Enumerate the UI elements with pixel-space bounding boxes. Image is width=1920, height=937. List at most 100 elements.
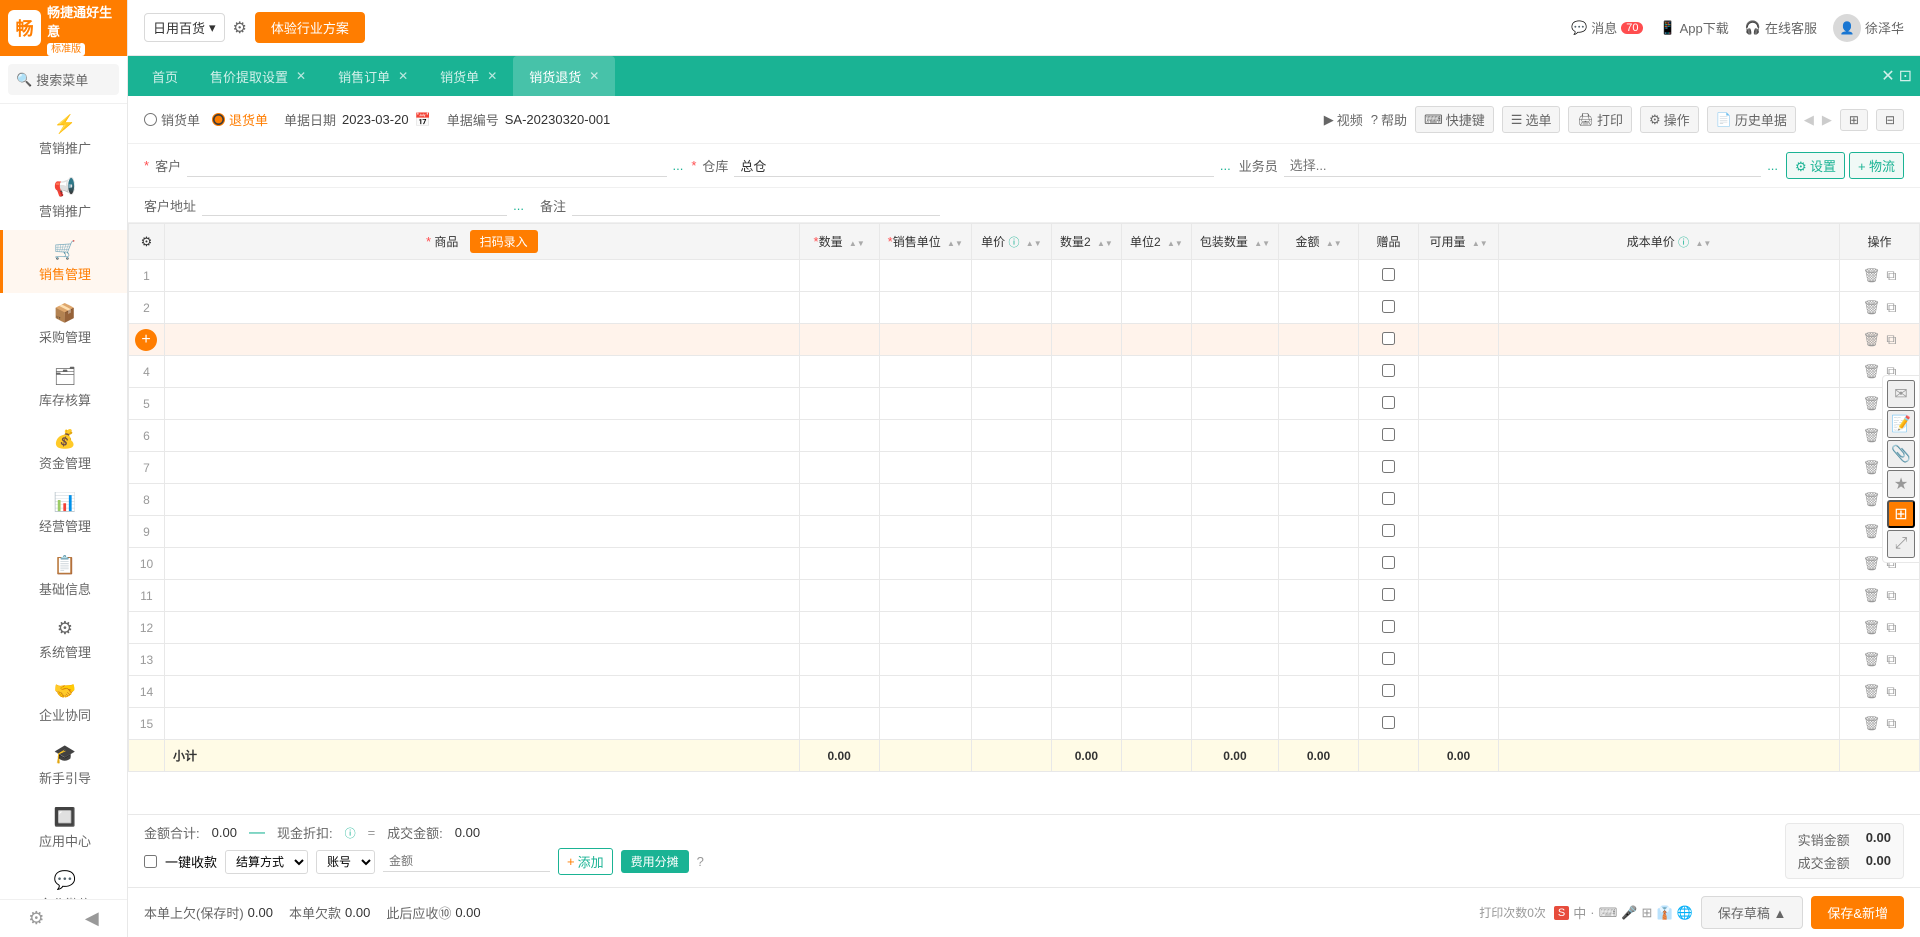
product-input-3[interactable] bbox=[171, 332, 793, 347]
gift-checkbox-13[interactable] bbox=[1382, 652, 1395, 665]
amount-cell-3[interactable] bbox=[1279, 324, 1359, 356]
remark-input[interactable] bbox=[572, 194, 940, 216]
tab-close-all-btn[interactable]: ✕ bbox=[1881, 66, 1894, 86]
online-service-item[interactable]: 🎧 在线客服 bbox=[1745, 18, 1817, 37]
sidebar-item-app-center[interactable]: 🔲 应用中心 bbox=[0, 797, 127, 860]
product-input-1[interactable] bbox=[171, 268, 793, 283]
qty2-cell-3[interactable] bbox=[1051, 324, 1121, 356]
logistics-side-btn[interactable]: + 物流 bbox=[1849, 152, 1904, 179]
cost-sort-icon[interactable]: ▲▼ bbox=[1695, 239, 1711, 248]
row-delete-btn-3[interactable]: 🗑 bbox=[1863, 331, 1881, 348]
sidebar-item-inventory[interactable]: 🗂 库存核算 bbox=[0, 356, 127, 419]
row-delete-btn-9[interactable]: 🗑 bbox=[1863, 523, 1881, 540]
print-btn[interactable]: 🖨 打印 bbox=[1568, 106, 1632, 133]
cost-price-cell-3[interactable] bbox=[1499, 324, 1840, 356]
unit-price-cell-3[interactable] bbox=[971, 324, 1051, 356]
radio-sales-input[interactable] bbox=[144, 113, 157, 126]
unit-price-cell-2[interactable] bbox=[971, 292, 1051, 324]
row-delete-btn-13[interactable]: 🗑 bbox=[1863, 651, 1881, 668]
row-delete-btn-4[interactable]: 🗑 bbox=[1863, 363, 1881, 380]
salesman-search-btn[interactable]: ... bbox=[1767, 158, 1778, 173]
account-method-select[interactable]: 结算方式 bbox=[225, 850, 308, 874]
shortcut-btn[interactable]: ⌨ 快捷键 bbox=[1415, 106, 1494, 133]
sales-unit-sort-icon[interactable]: ▲▼ bbox=[947, 239, 963, 248]
right-expand-btn[interactable]: ⤢ bbox=[1887, 530, 1915, 558]
row-copy-btn-15[interactable]: ⧉ bbox=[1886, 715, 1896, 732]
sidebar-collapse-btn[interactable]: ◀ bbox=[85, 908, 99, 929]
row-delete-btn-5[interactable]: 🗑 bbox=[1863, 395, 1881, 412]
history-btn[interactable]: 📄 历史单据 bbox=[1707, 106, 1796, 133]
save-new-button[interactable]: 保存&新增 bbox=[1811, 896, 1904, 929]
unit2-cell-3[interactable] bbox=[1121, 324, 1191, 356]
right-note-btn[interactable]: 📝 bbox=[1887, 410, 1915, 438]
gift-checkbox-2[interactable] bbox=[1382, 300, 1395, 313]
expense-split-btn[interactable]: 费用分摊 bbox=[621, 850, 689, 873]
tab-sales-close[interactable]: ✕ bbox=[487, 69, 497, 83]
scan-input-button[interactable]: 扫码录入 bbox=[470, 230, 538, 253]
gift-checkbox-6[interactable] bbox=[1382, 428, 1395, 441]
app-download-item[interactable]: 📱 App下载 bbox=[1659, 18, 1728, 37]
product-cell-2[interactable] bbox=[165, 292, 800, 324]
gift-checkbox-9[interactable] bbox=[1382, 524, 1395, 537]
gift-checkbox-5[interactable] bbox=[1382, 396, 1395, 409]
add-row-cell[interactable]: + bbox=[129, 324, 165, 356]
sidebar-item-sys-mgmt[interactable]: ⚙ 系统管理 bbox=[0, 608, 127, 671]
pkg-qty-sort-icon[interactable]: ▲▼ bbox=[1254, 239, 1270, 248]
qty2-sort-icon[interactable]: ▲▼ bbox=[1097, 239, 1113, 248]
unit2-cell-1[interactable] bbox=[1121, 260, 1191, 292]
row-copy-btn-11[interactable]: ⧉ bbox=[1886, 587, 1896, 604]
salesman-input[interactable] bbox=[1284, 155, 1761, 177]
sales-unit-cell-1[interactable] bbox=[879, 260, 971, 292]
amount-sort-icon[interactable]: ▲▼ bbox=[1326, 239, 1342, 248]
gift-checkbox-14[interactable] bbox=[1382, 684, 1395, 697]
table-settings-icon[interactable]: ⚙ bbox=[141, 234, 153, 249]
one-click-pay-checkbox[interactable] bbox=[144, 855, 157, 868]
available-cell-3[interactable] bbox=[1419, 324, 1499, 356]
gift-checkbox-1[interactable] bbox=[1382, 268, 1395, 281]
help-action[interactable]: ? 帮助 bbox=[1371, 110, 1407, 129]
available-cell-2[interactable] bbox=[1419, 292, 1499, 324]
table-container[interactable]: ⚙ * 商品 扫码录入 *数量 ▲▼ bbox=[128, 223, 1920, 814]
row-delete-btn-8[interactable]: 🗑 bbox=[1863, 491, 1881, 508]
address-input[interactable] bbox=[202, 194, 507, 216]
right-star-btn[interactable]: ★ bbox=[1887, 470, 1915, 498]
gift-checkbox-7[interactable] bbox=[1382, 460, 1395, 473]
customer-search-btn[interactable]: ... bbox=[673, 158, 684, 173]
row-delete-btn-12[interactable]: 🗑 bbox=[1863, 619, 1881, 636]
search-menu-button[interactable]: 🔍 搜索菜单 bbox=[8, 64, 119, 95]
calendar-icon[interactable]: 📅 bbox=[415, 112, 431, 128]
unit2-sort-icon[interactable]: ▲▼ bbox=[1167, 239, 1183, 248]
tab-sales-return[interactable]: 销货退货 ✕ bbox=[513, 56, 615, 96]
sidebar-settings-btn[interactable]: ⚙ bbox=[28, 908, 44, 929]
tab-expand-btn[interactable]: ⊡ bbox=[1899, 66, 1912, 86]
pkg-qty-cell-2[interactable] bbox=[1191, 292, 1278, 324]
add-payment-btn[interactable]: + 添加 bbox=[558, 848, 613, 875]
address-dots[interactable]: ... bbox=[513, 198, 524, 213]
sidebar-item-operation[interactable]: 📊 经营管理 bbox=[0, 482, 127, 545]
row-delete-btn-2[interactable]: 🗑 bbox=[1863, 299, 1881, 316]
qty-sort-icon[interactable]: ▲▼ bbox=[849, 239, 865, 248]
tab-sales-order[interactable]: 销售订单 ✕ bbox=[322, 56, 424, 96]
right-table-btn[interactable]: ⊞ bbox=[1887, 500, 1915, 528]
qty2-cell-2[interactable] bbox=[1051, 292, 1121, 324]
tab-price-set-close[interactable]: ✕ bbox=[296, 69, 306, 83]
row-copy-btn-1[interactable]: ⧉ bbox=[1886, 267, 1896, 284]
right-clip-btn[interactable]: 📎 bbox=[1887, 440, 1915, 468]
sidebar-item-enterprise[interactable]: 🤝 企业协同 bbox=[0, 671, 127, 734]
unit-price-sort-icon[interactable]: ▲▼ bbox=[1026, 239, 1042, 248]
sidebar-item-quick-nav[interactable]: ⚡ 营销推广 bbox=[0, 104, 127, 167]
row-copy-btn-3[interactable]: ⧉ bbox=[1886, 331, 1896, 348]
radio-return[interactable]: 退货单 bbox=[212, 110, 268, 129]
tab-home[interactable]: 首页 bbox=[136, 56, 194, 96]
warehouse-search-btn[interactable]: ... bbox=[1220, 158, 1231, 173]
sidebar-item-basic-info[interactable]: 📋 基础信息 bbox=[0, 545, 127, 608]
row-delete-btn-7[interactable]: 🗑 bbox=[1863, 459, 1881, 476]
th-settings[interactable]: ⚙ bbox=[129, 224, 165, 260]
trial-button[interactable]: 体验行业方案 bbox=[255, 12, 365, 43]
row-delete-btn-15[interactable]: 🗑 bbox=[1863, 715, 1881, 732]
pkg-qty-cell-1[interactable] bbox=[1191, 260, 1278, 292]
row-copy-btn-12[interactable]: ⧉ bbox=[1886, 619, 1896, 636]
tab-price-set[interactable]: 售价提取设置 ✕ bbox=[194, 56, 322, 96]
gift-cell-1[interactable] bbox=[1359, 260, 1419, 292]
gift-cell-3[interactable] bbox=[1359, 324, 1419, 356]
